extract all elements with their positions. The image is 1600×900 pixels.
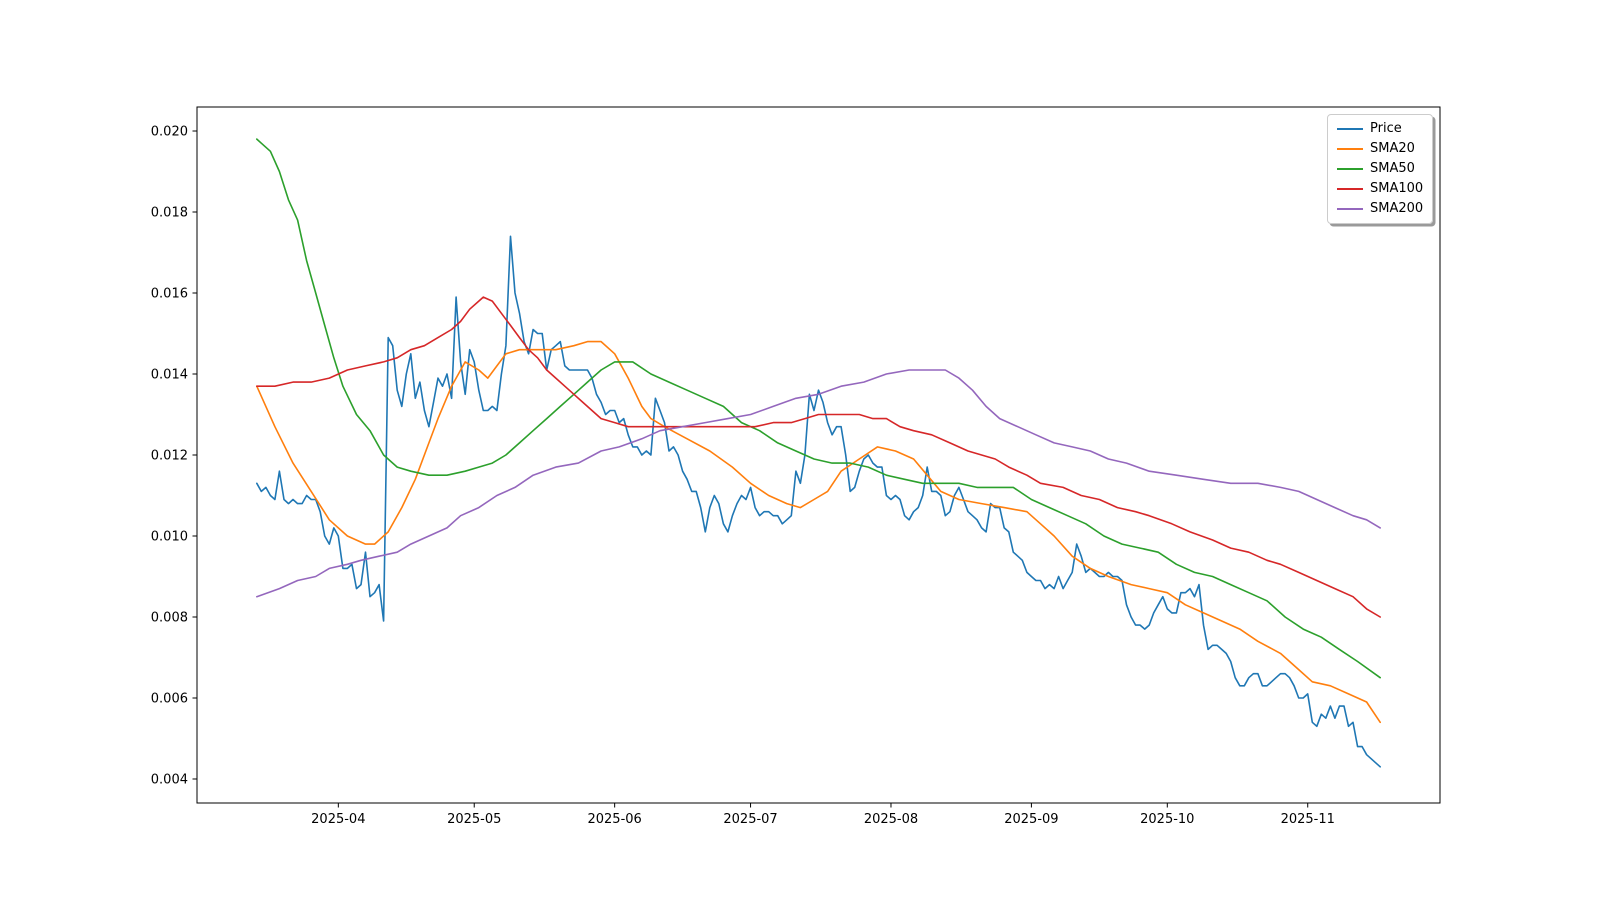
legend-label: Price: [1370, 121, 1402, 136]
x-tick-label: 2025-05: [447, 812, 501, 827]
x-tick-label: 2025-06: [587, 812, 641, 827]
legend-entry-price: Price: [1337, 121, 1423, 137]
legend-label: SMA20: [1370, 141, 1415, 156]
legend-entry-sma100: SMA100: [1337, 181, 1423, 197]
series-line-sma20: [256, 340, 1381, 724]
price-line-swatch: [1337, 128, 1363, 130]
y-tick-label: 0.016: [151, 287, 188, 302]
sma50-line-swatch: [1337, 168, 1363, 170]
series-line-sma200: [256, 369, 1381, 598]
y-tick-label: 0.004: [151, 772, 188, 787]
y-tick-label: 0.008: [151, 610, 188, 625]
sma100-line-swatch: [1337, 188, 1363, 190]
legend-label: SMA50: [1370, 161, 1415, 176]
series-line-sma50: [256, 138, 1381, 679]
y-tick-label: 0.010: [151, 529, 188, 544]
y-tick-label: 0.012: [151, 449, 188, 464]
x-tick-label: 2025-07: [723, 812, 777, 827]
x-tick-label: 2025-04: [311, 812, 365, 827]
y-tick-label: 0.014: [151, 368, 188, 383]
y-tick-label: 0.006: [151, 691, 188, 706]
figure: 2025-04 2025-05 2025-06 2025-07 2025-08 2025-…: [0, 0, 1600, 900]
chart-legend: Price SMA20 SMA50 SMA100 SMA200: [1327, 114, 1434, 224]
y-tick-label: 0.020: [151, 125, 188, 140]
series-line-price: [256, 235, 1381, 768]
x-tick-label: 2025-09: [1004, 812, 1058, 827]
series-line-sma100: [256, 296, 1381, 618]
legend-label: SMA100: [1370, 181, 1424, 196]
legend-label: SMA200: [1370, 201, 1424, 216]
sma200-line-swatch: [1337, 208, 1363, 210]
x-tick-label: 2025-08: [864, 812, 918, 827]
legend-entry-sma20: SMA20: [1337, 141, 1423, 157]
x-tick-label: 2025-10: [1140, 812, 1194, 827]
legend-entry-sma200: SMA200: [1337, 201, 1423, 217]
x-tick-label: 2025-11: [1281, 812, 1335, 827]
legend-entry-sma50: SMA50: [1337, 161, 1423, 177]
y-tick-label: 0.018: [151, 206, 188, 221]
sma20-line-swatch: [1337, 148, 1363, 150]
